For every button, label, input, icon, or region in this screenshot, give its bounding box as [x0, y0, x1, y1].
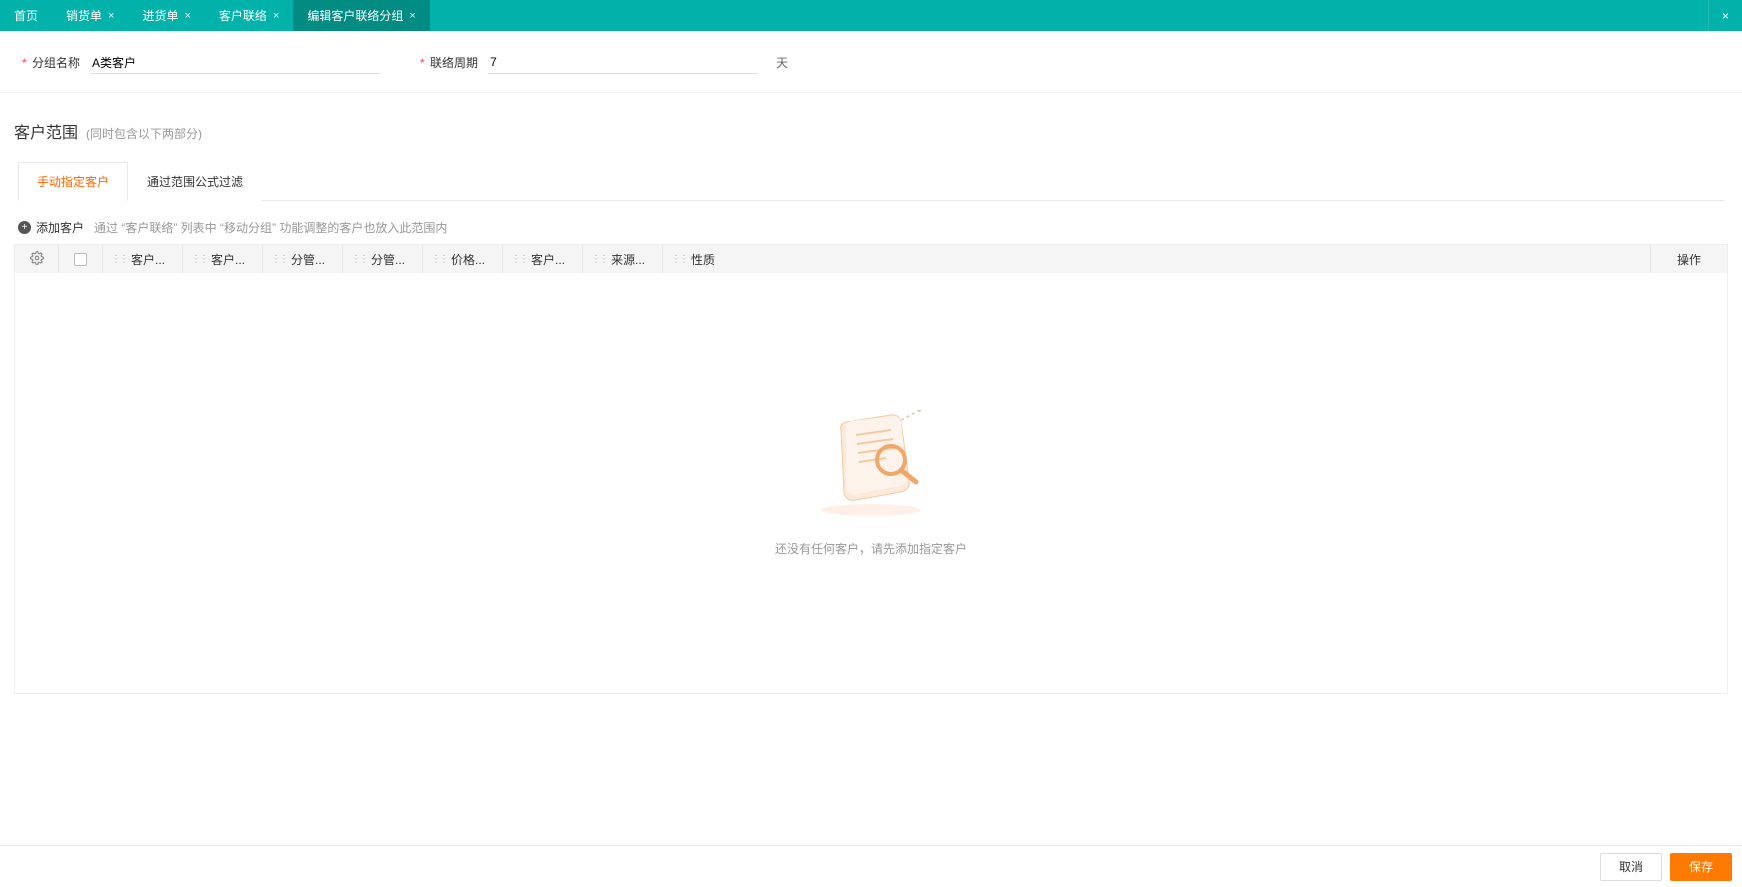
column-action: 操作 [1651, 245, 1727, 273]
drag-icon: ⋮⋮ [511, 254, 527, 265]
drag-icon: ⋮⋮ [271, 254, 287, 265]
column-header[interactable]: ⋮⋮ 价格... [423, 245, 503, 273]
empty-text: 还没有任何客户，请先添加指定客户 [775, 540, 967, 557]
sub-tab-formula[interactable]: 通过范围公式过滤 [128, 162, 262, 201]
drag-icon: ⋮⋮ [351, 254, 367, 265]
drag-icon: ⋮⋮ [431, 254, 447, 265]
column-checkbox[interactable] [59, 245, 103, 273]
form-row: * 分组名称 * 联络周期 天 [0, 31, 1742, 92]
close-icon: × [1722, 9, 1729, 23]
column-settings[interactable] [15, 245, 59, 273]
column-header[interactable]: ⋮⋮ 客户... [503, 245, 583, 273]
period-label: * 联络周期 [420, 54, 478, 71]
column-header[interactable]: ⋮⋮ 分管... [343, 245, 423, 273]
close-all-tabs[interactable]: × [1708, 0, 1742, 31]
empty-illustration-icon [801, 410, 941, 520]
column-header[interactable]: ⋮⋮ 来源... [583, 245, 663, 273]
close-icon[interactable]: × [108, 10, 114, 22]
column-header[interactable]: ⋮⋮ 分管... [263, 245, 343, 273]
empty-state: 还没有任何客户，请先添加指定客户 [15, 273, 1727, 693]
sub-tabs: 手动指定客户 通过范围公式过滤 [18, 161, 1724, 201]
close-icon[interactable]: × [409, 10, 415, 22]
column-header[interactable]: ⋮⋮ 客户... [103, 245, 183, 273]
drag-icon: ⋮⋮ [111, 254, 127, 265]
tab-home[interactable]: 首页 [0, 0, 52, 31]
customer-table: ⋮⋮ 客户... ⋮⋮ 客户... ⋮⋮ 分管... ⋮⋮ 分管... ⋮⋮ 价… [14, 244, 1728, 694]
tab-purchase-order[interactable]: 进货单 × [128, 0, 204, 31]
plus-icon: + [18, 221, 31, 234]
close-icon[interactable]: × [184, 10, 190, 22]
group-name-input[interactable] [90, 51, 380, 74]
tab-sales-order[interactable]: 销货单 × [52, 0, 128, 31]
tab-label: 进货单 [142, 7, 178, 24]
tab-label: 首页 [14, 7, 38, 24]
tab-customer-contact[interactable]: 客户联络 × [205, 0, 293, 31]
cancel-button[interactable]: 取消 [1600, 853, 1662, 881]
group-name-label: * 分组名称 [22, 54, 80, 71]
gear-icon [30, 251, 44, 268]
add-customer-link[interactable]: + 添加客户 [18, 219, 84, 236]
period-input[interactable] [488, 51, 758, 74]
add-customer-hint: 通过 “客户联络” 列表中 “移动分组” 功能调整的客户也放入此范围内 [94, 219, 447, 236]
column-header[interactable]: ⋮⋮ 客户... [183, 245, 263, 273]
required-mark: * [420, 56, 425, 70]
drag-icon: ⋮⋮ [591, 254, 607, 265]
tab-label: 客户联络 [219, 7, 267, 24]
add-customer-row: + 添加客户 通过 “客户联络” 列表中 “移动分组” 功能调整的客户也放入此范… [18, 219, 1724, 236]
table-header: ⋮⋮ 客户... ⋮⋮ 客户... ⋮⋮ 分管... ⋮⋮ 分管... ⋮⋮ 价… [15, 245, 1727, 273]
column-header[interactable]: ⋮⋮ 性质 [663, 245, 1651, 273]
section-header: 客户范围 (同时包含以下两部分) [0, 93, 1742, 153]
period-unit: 天 [776, 54, 788, 71]
required-mark: * [22, 56, 27, 70]
tab-label: 销货单 [66, 7, 102, 24]
tab-edit-customer-contact-group[interactable]: 编辑客户联络分组 × [293, 0, 429, 31]
section-title: 客户范围 [14, 119, 78, 143]
top-tab-bar: 首页 销货单 × 进货单 × 客户联络 × 编辑客户联络分组 × × [0, 0, 1742, 31]
drag-icon: ⋮⋮ [191, 254, 207, 265]
checkbox-icon[interactable] [74, 253, 87, 266]
save-button[interactable]: 保存 [1670, 853, 1732, 881]
footer-bar: 取消 保存 [0, 845, 1742, 887]
tab-label: 编辑客户联络分组 [307, 7, 403, 24]
drag-icon: ⋮⋮ [671, 254, 687, 265]
sub-tab-manual[interactable]: 手动指定客户 [18, 162, 128, 201]
section-hint: (同时包含以下两部分) [86, 125, 202, 142]
close-icon[interactable]: × [273, 10, 279, 22]
